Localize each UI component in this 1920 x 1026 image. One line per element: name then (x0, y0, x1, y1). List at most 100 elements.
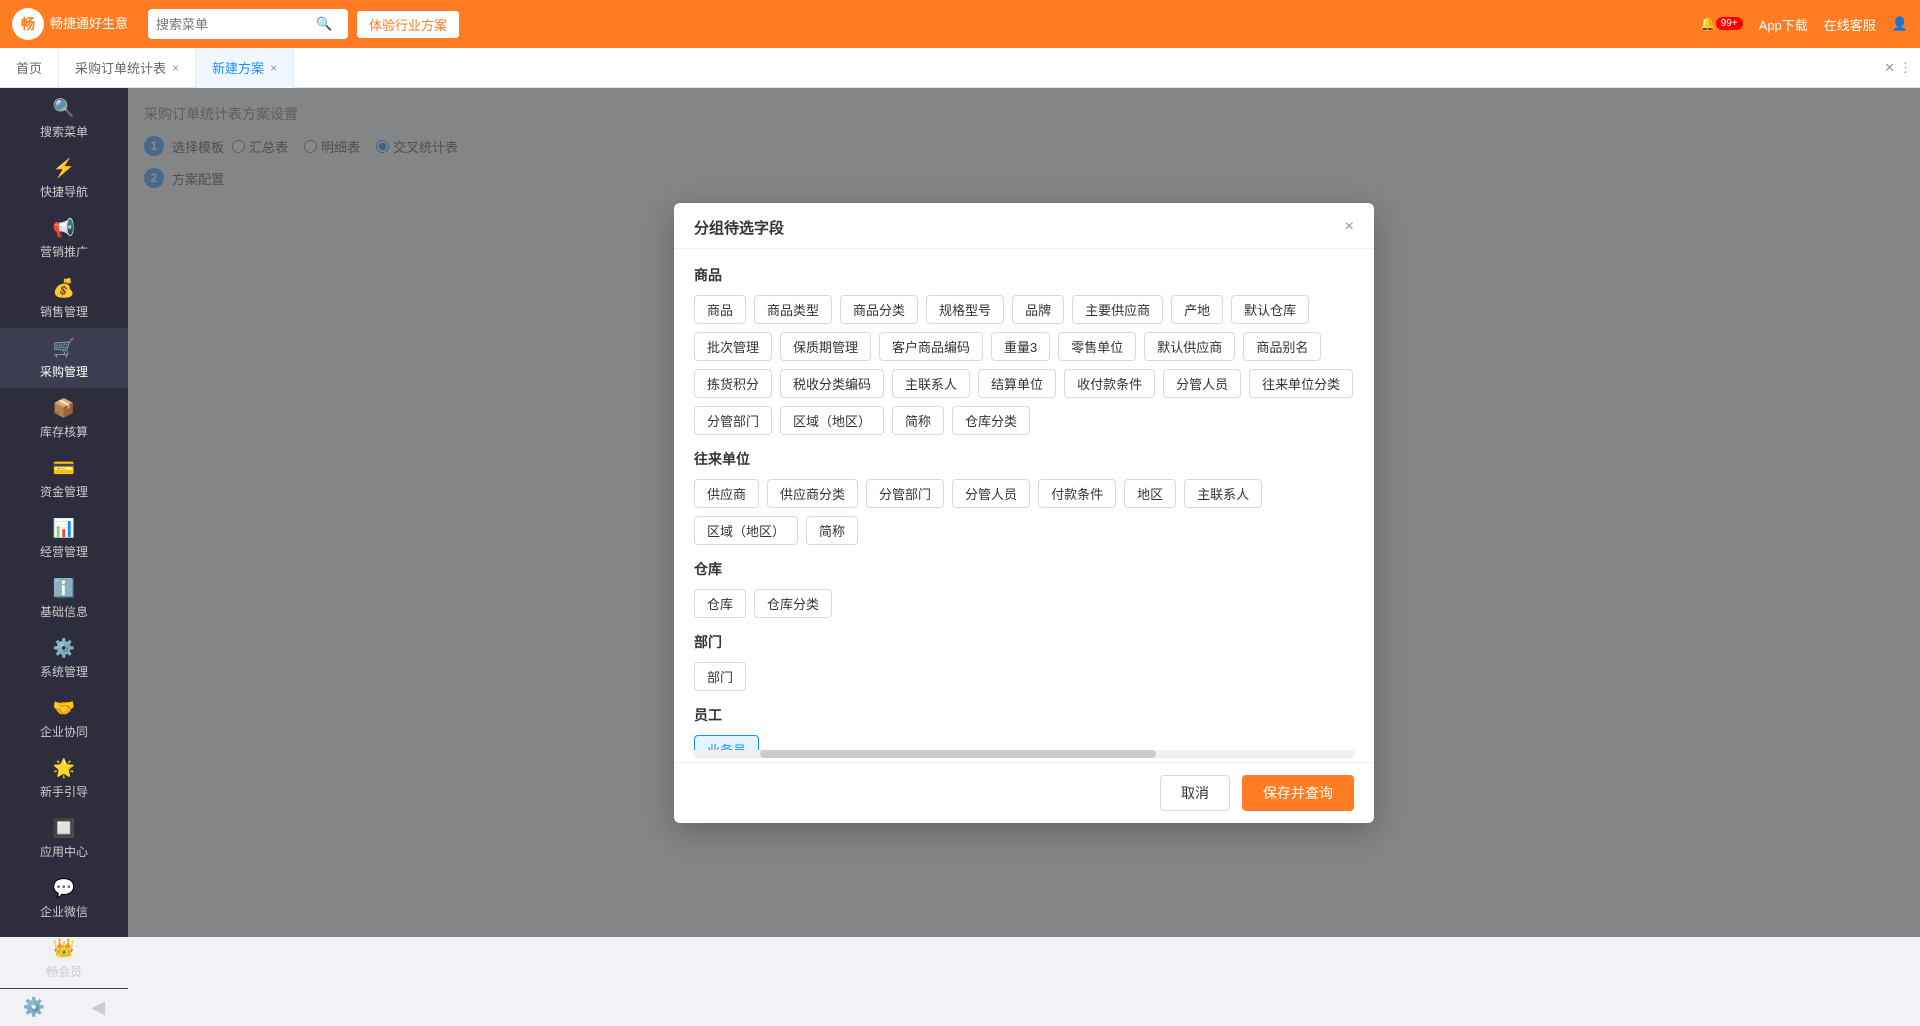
sidebar-collapse-icon[interactable]: ◀ (91, 997, 105, 1018)
field-chip-goods-4[interactable]: 规格型号 (926, 295, 1004, 324)
field-chip-goods-12[interactable]: 重量3 (991, 332, 1050, 361)
tab-home[interactable]: 首页 (0, 48, 59, 88)
search-bar[interactable]: 🔍 (148, 9, 348, 39)
sidebar-item-purchase[interactable]: 🛒 采购管理 (0, 328, 128, 388)
field-chip-goods-25[interactable]: 简称 (892, 406, 944, 435)
apps-icon: 🔲 (53, 818, 75, 839)
tab-home-label: 首页 (16, 58, 42, 77)
field-chip-goods-26[interactable]: 仓库分类 (952, 406, 1030, 435)
experience-btn[interactable]: 体验行业方案 (356, 10, 460, 39)
sidebar-item-inventory-label: 库存核算 (40, 423, 88, 440)
field-chip-goods-22[interactable]: 往来单位分类 (1249, 369, 1353, 398)
sidebar-item-apps-label: 应用中心 (40, 843, 88, 860)
field-chip-goods-2[interactable]: 商品类型 (754, 295, 832, 324)
dialog-cancel-button[interactable]: 取消 (1160, 775, 1230, 811)
field-chip-partner-8[interactable]: 区域（地区） (694, 516, 798, 545)
sidebar-item-guide[interactable]: 🌟 新手引导 (0, 748, 128, 808)
tab-new-scheme-close[interactable]: × (270, 61, 277, 75)
field-chip-goods-8[interactable]: 默认仓库 (1231, 295, 1309, 324)
field-chip-goods-11[interactable]: 客户商品编码 (879, 332, 983, 361)
sidebar-item-marketing-label: 营销推广 (40, 243, 88, 260)
sidebar-item-search[interactable]: 🔍 搜索菜单 (0, 88, 128, 148)
field-chip-employee-1[interactable]: 业务员 (694, 735, 759, 750)
ops-icon: 📊 (53, 518, 75, 539)
tab-new-scheme[interactable]: 新建方案 × (196, 48, 294, 88)
vip-icon: 👑 (53, 938, 75, 959)
field-chip-dept-1[interactable]: 部门 (694, 662, 746, 691)
sidebar-item-guide-label: 新手引导 (40, 783, 88, 800)
dialog-title: 分组待选字段 (694, 217, 784, 238)
tab-purchase-stats[interactable]: 采购订单统计表 × (59, 48, 196, 88)
sidebar-item-purchase-label: 采购管理 (40, 363, 88, 380)
field-chip-goods-15[interactable]: 商品别名 (1243, 332, 1321, 361)
online-service[interactable]: 在线客服 (1824, 15, 1876, 34)
sidebar-item-ops[interactable]: 📊 经营管理 (0, 508, 128, 568)
sidebar-item-system[interactable]: ⚙️ 系统管理 (0, 628, 128, 688)
tab-new-scheme-label: 新建方案 (212, 58, 264, 77)
field-grid-warehouse: 仓库 仓库分类 (694, 589, 1354, 618)
sidebar-item-inventory[interactable]: 📦 库存核算 (0, 388, 128, 448)
field-chip-partner-1[interactable]: 供应商 (694, 479, 759, 508)
tab-bar-close[interactable]: ✕ (1884, 60, 1895, 76)
notification-badge: 99+ (1716, 17, 1743, 30)
field-chip-goods-19[interactable]: 结算单位 (978, 369, 1056, 398)
sidebar-item-quick-nav-label: 快捷导航 (40, 183, 88, 200)
sidebar-item-finance[interactable]: 💳 资金管理 (0, 448, 128, 508)
main-layout: 🔍 搜索菜单 ⚡ 快捷导航 📢 营销推广 💰 销售管理 🛒 采购管理 📦 库存核… (0, 88, 1920, 937)
sidebar-item-wechat[interactable]: 💬 企业微信 (0, 868, 128, 928)
dialog-close-button[interactable]: × (1345, 218, 1354, 236)
field-chip-goods-20[interactable]: 收付款条件 (1064, 369, 1155, 398)
user-avatar[interactable]: 👤 (1892, 16, 1908, 32)
field-chip-partner-6[interactable]: 地区 (1124, 479, 1176, 508)
field-chip-partner-7[interactable]: 主联系人 (1184, 479, 1262, 508)
field-chip-goods-21[interactable]: 分管人员 (1163, 369, 1241, 398)
field-chip-goods-14[interactable]: 默认供应商 (1144, 332, 1235, 361)
field-chip-goods-17[interactable]: 税收分类编码 (780, 369, 884, 398)
tab-bar-more[interactable]: ⋮ (1899, 60, 1912, 76)
field-grid-goods: 商品 商品类型 商品分类 规格型号 品牌 主要供应商 产地 默认仓库 批次管理 … (694, 295, 1354, 435)
field-chip-partner-4[interactable]: 分管人员 (952, 479, 1030, 508)
sidebar-item-basic-label: 基础信息 (40, 603, 88, 620)
field-chip-partner-9[interactable]: 简称 (806, 516, 858, 545)
sidebar-item-sales[interactable]: 💰 销售管理 (0, 268, 128, 328)
sidebar-item-enterprise[interactable]: 🤝 企业协同 (0, 688, 128, 748)
field-chip-partner-3[interactable]: 分管部门 (866, 479, 944, 508)
field-chip-goods-1[interactable]: 商品 (694, 295, 746, 324)
field-chip-goods-7[interactable]: 产地 (1171, 295, 1223, 324)
sidebar-item-quick-nav[interactable]: ⚡ 快捷导航 (0, 148, 128, 208)
field-chip-goods-3[interactable]: 商品分类 (840, 295, 918, 324)
field-chip-goods-9[interactable]: 批次管理 (694, 332, 772, 361)
field-chip-goods-10[interactable]: 保质期管理 (780, 332, 871, 361)
sidebar-item-marketing[interactable]: 📢 营销推广 (0, 208, 128, 268)
field-grid-employee: 业务员 (694, 735, 1354, 750)
sidebar-item-apps[interactable]: 🔲 应用中心 (0, 808, 128, 868)
modal-overlay: 分组待选字段 × 商品 商品 商品类型 商品分类 规格型号 品牌 主要供应商 产… (128, 88, 1920, 937)
field-chip-partner-5[interactable]: 付款条件 (1038, 479, 1116, 508)
dialog-hscroll[interactable] (674, 750, 1374, 762)
dialog: 分组待选字段 × 商品 商品 商品类型 商品分类 规格型号 品牌 主要供应商 产… (674, 203, 1374, 823)
field-chip-goods-23[interactable]: 分管部门 (694, 406, 772, 435)
app-download[interactable]: App下载 (1759, 15, 1808, 34)
sidebar-settings-icon[interactable]: ⚙️ (23, 997, 45, 1018)
guide-icon: 🌟 (53, 758, 75, 779)
sidebar-item-vip[interactable]: 👑 畅会员 (0, 928, 128, 988)
sidebar-item-basic[interactable]: ℹ️ 基础信息 (0, 568, 128, 628)
field-chip-warehouse-2[interactable]: 仓库分类 (754, 589, 832, 618)
system-icon: ⚙️ (53, 638, 75, 659)
search-input[interactable] (156, 17, 316, 32)
dialog-confirm-button[interactable]: 保存并查询 (1242, 775, 1354, 811)
tab-purchase-close[interactable]: × (172, 61, 179, 75)
notification[interactable]: 🔔99+ (1700, 16, 1743, 32)
field-chip-partner-2[interactable]: 供应商分类 (767, 479, 858, 508)
field-chip-goods-6[interactable]: 主要供应商 (1072, 295, 1163, 324)
field-chip-goods-16[interactable]: 拣货积分 (694, 369, 772, 398)
field-chip-goods-13[interactable]: 零售单位 (1058, 332, 1136, 361)
field-chip-goods-24[interactable]: 区域（地区） (780, 406, 884, 435)
field-chip-goods-18[interactable]: 主联系人 (892, 369, 970, 398)
field-chip-warehouse-1[interactable]: 仓库 (694, 589, 746, 618)
sidebar-item-wechat-label: 企业微信 (40, 903, 88, 920)
field-grid-department: 部门 (694, 662, 1354, 691)
sidebar-item-enterprise-label: 企业协同 (40, 723, 88, 740)
field-chip-goods-5[interactable]: 品牌 (1012, 295, 1064, 324)
section-title-employee: 员工 (694, 705, 1354, 725)
